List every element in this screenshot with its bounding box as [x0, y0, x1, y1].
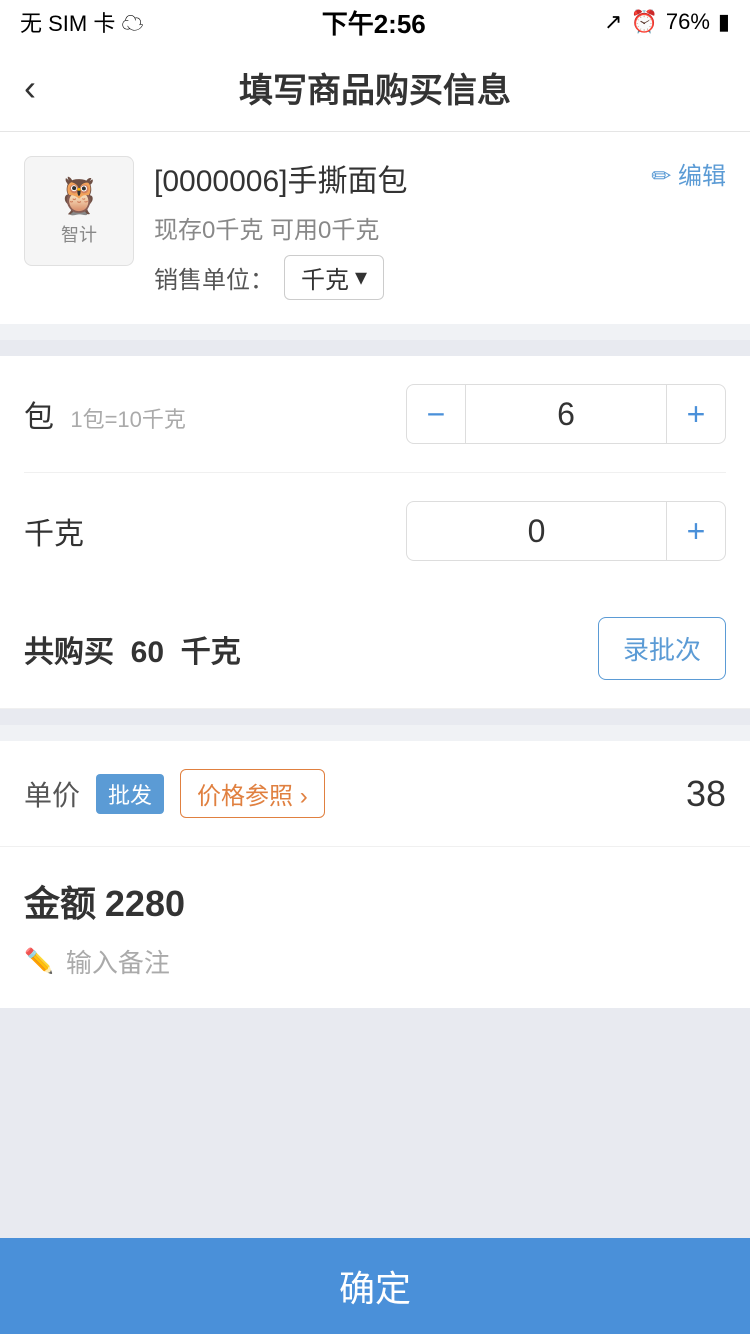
unit-select[interactable]: 千克 ▾ [284, 255, 384, 300]
qty-controls-bao: − + [406, 384, 726, 444]
qty-hint-bao: 1包=10千克 [70, 407, 186, 432]
amount-section: 金额 2280 ✏️ 输入备注 [0, 847, 750, 1008]
note-placeholder: 输入备注 [66, 943, 170, 980]
qty-plus-bao[interactable]: + [666, 384, 726, 444]
status-right: ↗ ⏰ 76% ▮ [604, 9, 730, 35]
price-label: 单价 [24, 774, 80, 814]
confirm-button[interactable]: 确定 [0, 1238, 750, 1334]
battery-icon: ▮ [718, 9, 730, 35]
product-thumbnail: 🦉 智计 [24, 156, 134, 266]
divider-2 [0, 709, 750, 725]
divider-1 [0, 340, 750, 356]
thumb-label: 智计 [61, 221, 97, 247]
back-button[interactable]: ‹ [24, 67, 36, 109]
product-stock: 现存0千克 可用0千克 [154, 210, 726, 245]
qty-input-kg[interactable] [406, 501, 666, 561]
battery-text: 76% [666, 9, 710, 35]
pencil-icon: ✏️ [24, 947, 54, 976]
total-section: 共购买 60 千克 录批次 [0, 589, 750, 709]
product-name: [0000006]手撕面包 [154, 156, 726, 200]
unit-value: 千克 [301, 260, 349, 295]
qty-label-kg: 千克 [24, 509, 406, 553]
nav-bar: ‹ 填写商品购买信息 [0, 44, 750, 132]
qty-input-bao[interactable] [466, 384, 666, 444]
product-card: 🦉 智计 [0000006]手撕面包 现存0千克 可用0千克 销售单位： 千克 … [0, 132, 750, 324]
quantity-row-kg: 千克 + [24, 473, 726, 589]
quantity-section: 包 1包=10千克 − + 千克 + [0, 356, 750, 589]
status-left: 无 SIM 卡 ☁ [20, 6, 143, 38]
signal-text: 无 SIM 卡 ☁ [20, 6, 143, 38]
note-row[interactable]: ✏️ 输入备注 [24, 943, 726, 980]
amount-row: 金额 2280 [24, 875, 726, 927]
page-title: 填写商品购买信息 [239, 63, 511, 112]
status-bar: 无 SIM 卡 ☁ 下午2:56 ↗ ⏰ 76% ▮ [0, 0, 750, 44]
price-ref-button[interactable]: 价格参照 › [180, 769, 325, 818]
qty-label-bao: 包 1包=10千克 [24, 392, 406, 436]
product-owl-icon: 🦉 [57, 175, 102, 217]
price-section: 单价 批发 价格参照 › 38 [0, 741, 750, 847]
alarm-icon: ⏰ [630, 9, 657, 35]
quantity-row-bao: 包 1包=10千克 − + [24, 356, 726, 473]
dropdown-icon: ▾ [355, 263, 367, 292]
qty-plus-kg[interactable]: + [666, 501, 726, 561]
qty-minus-bao[interactable]: − [406, 384, 466, 444]
edit-button[interactable]: ✏ 编辑 [651, 156, 726, 191]
batch-button[interactable]: 录批次 [598, 617, 726, 680]
price-tag: 批发 [96, 774, 164, 814]
location-icon: ↗ [604, 9, 622, 35]
product-unit-row: 销售单位： 千克 ▾ [154, 255, 726, 300]
product-info: [0000006]手撕面包 现存0千克 可用0千克 销售单位： 千克 ▾ [154, 156, 726, 300]
total-label: 共购买 60 千克 [24, 627, 241, 671]
unit-label: 销售单位： [154, 260, 274, 295]
qty-controls-kg: + [406, 501, 726, 561]
price-value: 38 [686, 773, 726, 815]
status-time: 下午2:56 [322, 4, 426, 41]
